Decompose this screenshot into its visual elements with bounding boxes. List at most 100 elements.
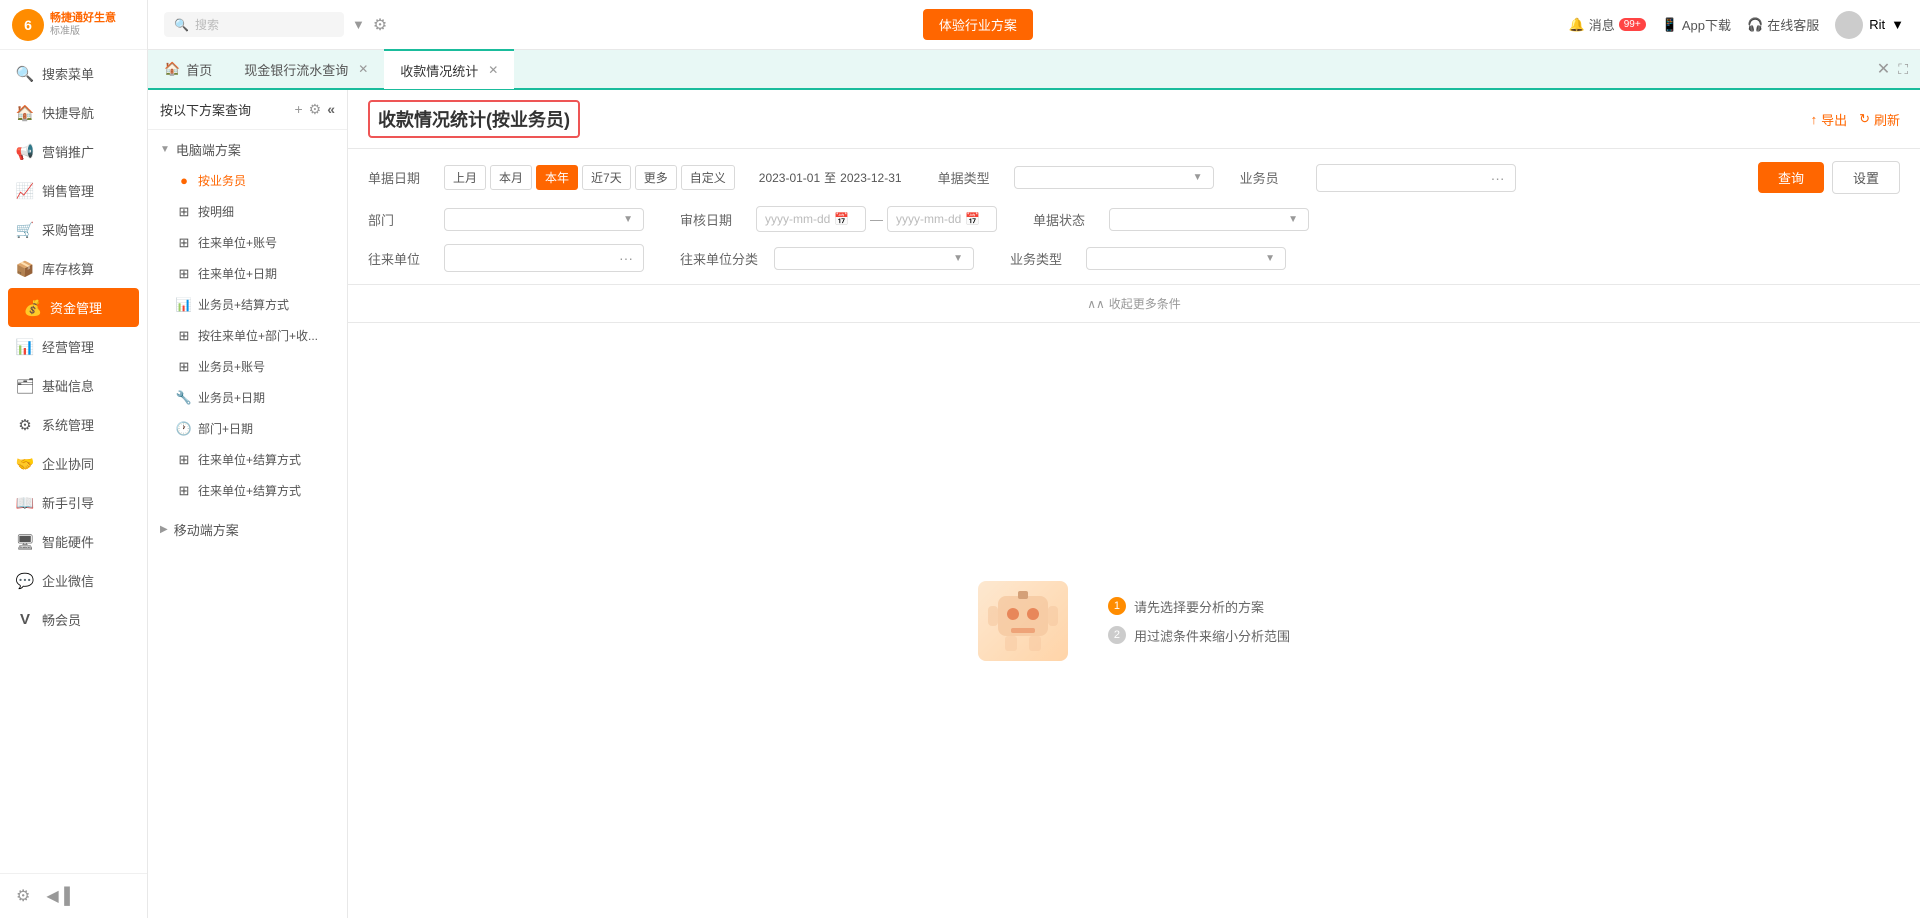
scheme-item-staff-account[interactable]: ⊞ 业务员+账号 bbox=[148, 351, 347, 382]
empty-steps: 1 请先选择要分析的方案 2 用过滤条件来缩小分析范围 bbox=[1108, 597, 1290, 645]
topbar-arrow-icon[interactable]: ▼ bbox=[352, 17, 365, 32]
customer-service-item[interactable]: 🎧 在线客服 bbox=[1747, 15, 1819, 34]
doc-type-arrow-icon: ▼ bbox=[1193, 172, 1203, 183]
query-btn[interactable]: 查询 bbox=[1758, 162, 1824, 193]
dept-select[interactable]: ▼ bbox=[444, 208, 644, 231]
add-scheme-icon[interactable]: + bbox=[294, 101, 302, 118]
system-nav-icon: ⚙ bbox=[16, 416, 34, 434]
sidebar-item-guide[interactable]: 📖 新手引导 bbox=[0, 483, 147, 522]
tab-home[interactable]: 🏠 首页 bbox=[148, 49, 228, 89]
home-tab-icon: 🏠 bbox=[164, 61, 180, 77]
doc-type-select[interactable]: ▼ bbox=[1014, 166, 1214, 189]
settings-btn[interactable]: 设置 bbox=[1832, 161, 1900, 194]
tab-collection-stats[interactable]: 收款情况统计 ✕ bbox=[384, 49, 514, 89]
search-nav-icon: 🔍 bbox=[16, 65, 34, 83]
scheme-item-partner-settle1[interactable]: ⊞ 往来单位+结算方式 bbox=[148, 444, 347, 475]
more-btn[interactable]: 更多 bbox=[635, 165, 677, 190]
audit-date-range: yyyy-mm-dd 📅 — yyyy-mm-dd 📅 bbox=[756, 206, 997, 232]
scheme-item-by-staff[interactable]: ● 按业务员 bbox=[148, 165, 347, 196]
business-type-select[interactable]: ▼ bbox=[1086, 247, 1286, 270]
mobile-scheme-group-header[interactable]: ▶ 移动端方案 bbox=[148, 514, 347, 545]
export-action[interactable]: ↑ 导出 bbox=[1811, 110, 1848, 129]
sidebar-item-vip[interactable]: V 畅会员 bbox=[0, 600, 147, 639]
tabbar-expand-icon[interactable]: ⛶ bbox=[1898, 61, 1908, 78]
collapse-up-icon: ∧∧ bbox=[1087, 297, 1105, 311]
sidebar-item-sales[interactable]: 📈 销售管理 bbox=[0, 171, 147, 210]
left-panel-actions: + ⚙ « bbox=[294, 101, 335, 118]
scheme-item-staff-settle[interactable]: 📊 业务员+结算方式 bbox=[148, 289, 347, 320]
topbar-search-icon: 🔍 bbox=[174, 18, 189, 32]
app-download-item[interactable]: 📱 App下载 bbox=[1662, 15, 1731, 34]
staff-select[interactable]: ··· bbox=[1316, 164, 1516, 192]
scheme-item-partner-date[interactable]: ⊞ 往来单位+日期 bbox=[148, 258, 347, 289]
mobile-group-arrow-icon: ▶ bbox=[160, 524, 168, 535]
sidebar-item-purchase[interactable]: 🛒 采购管理 bbox=[0, 210, 147, 249]
filter-row-3: 往来单位 ··· 往来单位分类 ▼ 业务类型 ▼ bbox=[368, 244, 1900, 272]
trial-btn[interactable]: 体验行业方案 bbox=[923, 9, 1033, 40]
main-content: 🔍 搜索 ▼ ⚙ 体验行业方案 🔔 消息 99+ 📱 App下载 🎧 在线客服 bbox=[148, 0, 1920, 918]
topbar-gear-icon[interactable]: ⚙ bbox=[373, 15, 387, 35]
scheme-item-staff-date-icon: 🔧 bbox=[176, 390, 192, 406]
empty-illustration bbox=[978, 581, 1068, 661]
this-year-btn[interactable]: 本年 bbox=[536, 165, 578, 190]
custom-btn[interactable]: 自定义 bbox=[681, 165, 735, 190]
filter-area: 单据日期 上月 本月 本年 近7天 更多 自定义 2023-01-01 至 20… bbox=[348, 149, 1920, 285]
scheme-item-by-detail[interactable]: ⊞ 按明细 bbox=[148, 196, 347, 227]
empty-robot-svg bbox=[983, 586, 1063, 656]
desktop-group-arrow-icon: ▼ bbox=[160, 144, 170, 155]
sidebar-settings-icon[interactable]: ⚙ bbox=[16, 886, 30, 906]
scheme-settings-icon[interactable]: ⚙ bbox=[309, 101, 322, 118]
sidebar-item-enterprise[interactable]: 🤝 企业协同 bbox=[0, 444, 147, 483]
sidebar-item-wechat[interactable]: 💬 企业微信 bbox=[0, 561, 147, 600]
headset-icon: 🎧 bbox=[1747, 17, 1763, 33]
last-month-btn[interactable]: 上月 bbox=[444, 165, 486, 190]
right-panel: 收款情况统计(按业务员) ↑ 导出 ↻ 刷新 单据日期 bbox=[348, 90, 1920, 918]
user-area[interactable]: Rit ▼ bbox=[1835, 11, 1904, 39]
sidebar-item-basic[interactable]: 🗂 基础信息 bbox=[0, 366, 147, 405]
topbar-search-box[interactable]: 🔍 搜索 bbox=[164, 12, 344, 37]
audit-date-end[interactable]: yyyy-mm-dd 📅 bbox=[887, 206, 997, 232]
tabbar-close-icon[interactable]: ✕ bbox=[1877, 59, 1890, 79]
scheme-item-partner-dept-collect[interactable]: ⊞ 按往来单位+部门+收... bbox=[148, 320, 347, 351]
scheme-item-dept-date-icon: 🕐 bbox=[176, 421, 192, 437]
sidebar-item-operation[interactable]: 📊 经营管理 bbox=[0, 327, 147, 366]
scheme-item-staff-date[interactable]: 🔧 业务员+日期 bbox=[148, 382, 347, 413]
sidebar-item-finance[interactable]: 💰 资金管理 bbox=[8, 288, 139, 327]
sidebar-item-marketing[interactable]: 📢 营销推广 bbox=[0, 132, 147, 171]
topbar-left: 🔍 搜索 ▼ ⚙ bbox=[164, 12, 387, 37]
scheme-item-partner-date-icon: ⊞ bbox=[176, 266, 192, 282]
tab-bank-flow-close[interactable]: ✕ bbox=[358, 62, 368, 76]
partner-category-select[interactable]: ▼ bbox=[774, 247, 974, 270]
left-panel-header: 按以下方案查询 + ⚙ « bbox=[148, 90, 347, 130]
partner-select[interactable]: ··· bbox=[444, 244, 644, 272]
partner-dots-icon[interactable]: ··· bbox=[619, 250, 633, 266]
sidebar-item-inventory[interactable]: 📦 库存核算 bbox=[0, 249, 147, 288]
scheme-item-by-detail-icon: ⊞ bbox=[176, 204, 192, 220]
sidebar-collapse-icon[interactable]: ◀▐ bbox=[46, 886, 70, 906]
refresh-action[interactable]: ↻ 刷新 bbox=[1859, 110, 1900, 129]
tab-bank-flow[interactable]: 现金银行流水查询 ✕ bbox=[228, 49, 384, 89]
tab-collection-stats-close[interactable]: ✕ bbox=[488, 63, 498, 77]
doc-status-select[interactable]: ▼ bbox=[1109, 208, 1309, 231]
staff-dots-icon[interactable]: ··· bbox=[1491, 170, 1505, 186]
last7days-btn[interactable]: 近7天 bbox=[582, 165, 631, 190]
user-name: Rit bbox=[1869, 17, 1885, 32]
scheme-item-dept-date[interactable]: 🕐 部门+日期 bbox=[148, 413, 347, 444]
sidebar-item-system[interactable]: ⚙ 系统管理 bbox=[0, 405, 147, 444]
sidebar-item-search[interactable]: 🔍 搜索菜单 bbox=[0, 54, 147, 93]
notification-item[interactable]: 🔔 消息 99+ bbox=[1569, 15, 1646, 34]
collapse-more-btn[interactable]: ∧∧ 收起更多条件 bbox=[1087, 295, 1181, 312]
desktop-scheme-group-header[interactable]: ▼ 电脑端方案 bbox=[148, 134, 347, 165]
audit-date-start[interactable]: yyyy-mm-dd 📅 bbox=[756, 206, 866, 232]
sidebar-item-quick-nav[interactable]: 🏠 快捷导航 bbox=[0, 93, 147, 132]
logo-area: 6 畅捷通好生意 标准版 bbox=[0, 0, 147, 50]
scheme-item-partner-account[interactable]: ⊞ 往来单位+账号 bbox=[148, 227, 347, 258]
sidebar-item-hardware[interactable]: 🖥 智能硬件 bbox=[0, 522, 147, 561]
scheme-item-partner-settle2[interactable]: ⊞ 往来单位+结算方式 bbox=[148, 475, 347, 506]
filter-actions: 查询 设置 bbox=[1758, 161, 1900, 194]
collapse-panel-icon[interactable]: « bbox=[327, 101, 335, 118]
this-month-btn[interactable]: 本月 bbox=[490, 165, 532, 190]
staff-filter-label: 业务员 bbox=[1240, 168, 1300, 187]
empty-state-area: 1 请先选择要分析的方案 2 用过滤条件来缩小分析范围 bbox=[348, 323, 1920, 918]
filter-row-2: 部门 ▼ 审核日期 yyyy-mm-dd 📅 — yyyy-mm-dd bbox=[368, 206, 1900, 232]
